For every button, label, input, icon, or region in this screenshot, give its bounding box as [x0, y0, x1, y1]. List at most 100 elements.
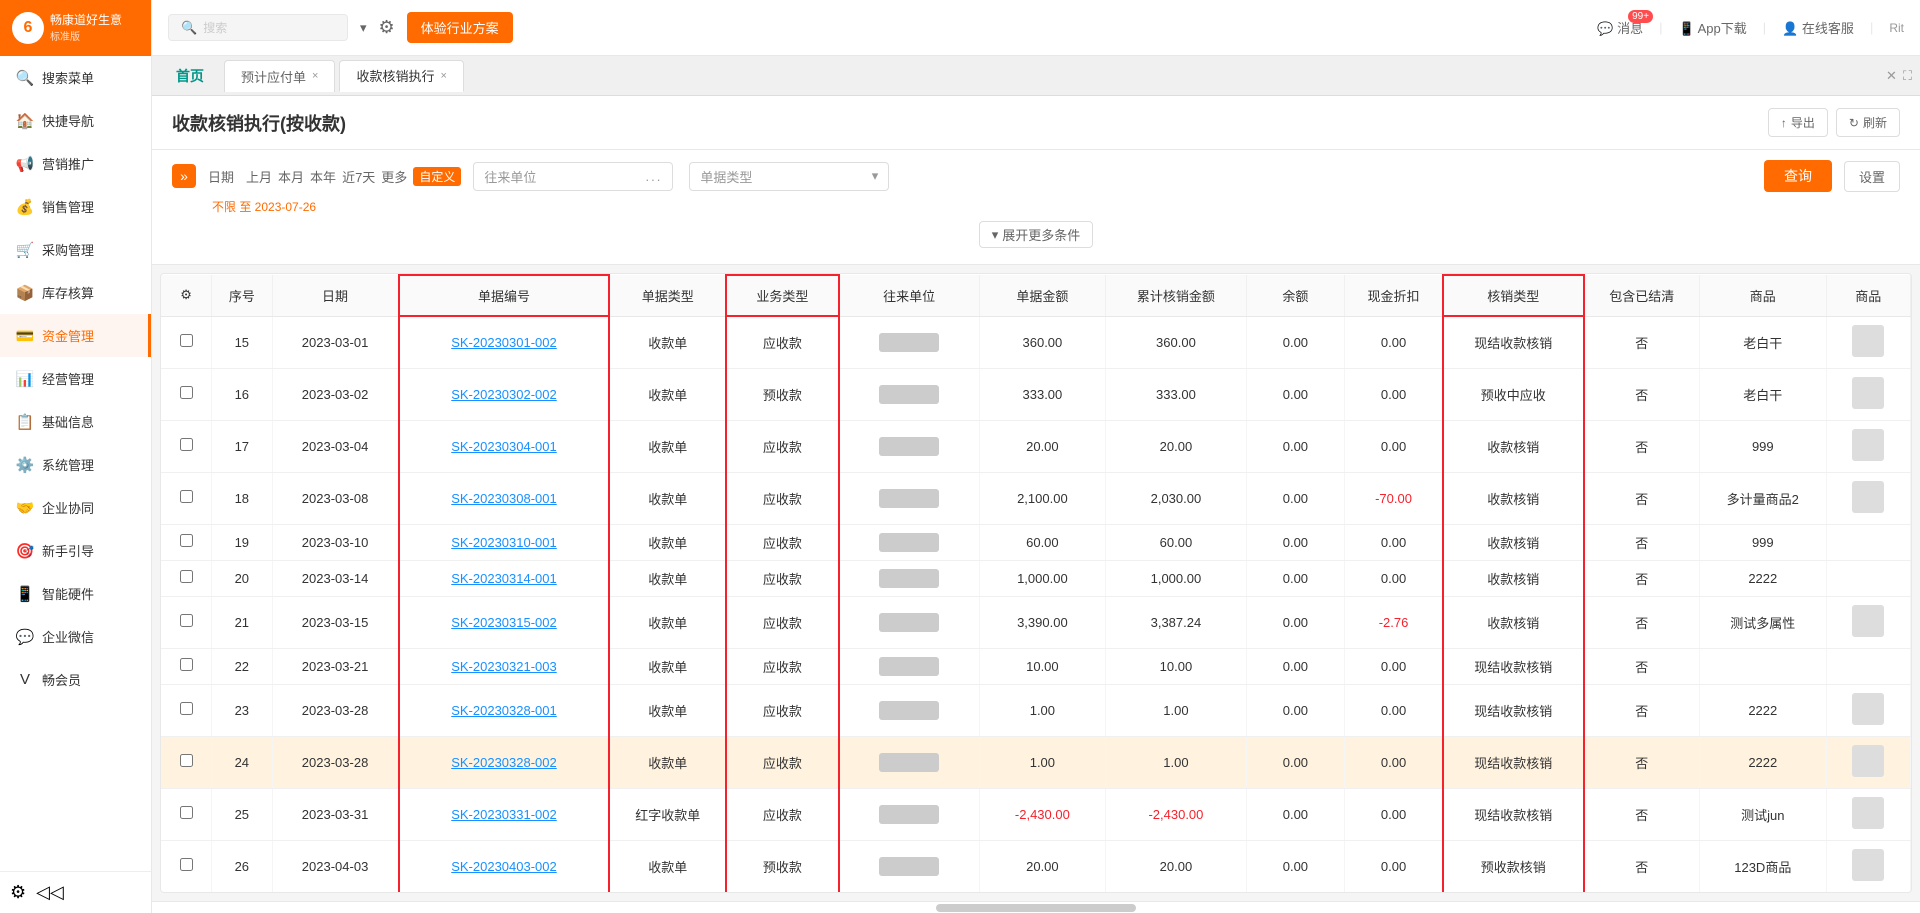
- tab-expand-icon[interactable]: ⛶: [1903, 68, 1912, 84]
- gear-icon[interactable]: ⚙: [379, 17, 395, 38]
- row-doc-no[interactable]: SK-20230321-003: [399, 648, 610, 684]
- row-doc-no[interactable]: SK-20230308-001: [399, 472, 610, 524]
- row-cancel-type: 收款核销: [1443, 420, 1584, 472]
- row-checkbox[interactable]: [161, 472, 212, 524]
- app-download[interactable]: 📱 App下载: [1678, 18, 1746, 37]
- row-amount: 100.00: [979, 892, 1106, 893]
- settings-footer-icon[interactable]: ⚙: [10, 882, 26, 903]
- table-row: 24 2023-03-28 SK-20230328-002 收款单 应收款 **…: [161, 736, 1911, 788]
- row-cash-discount: 0.00: [1345, 840, 1443, 892]
- setting-button[interactable]: 设置: [1844, 161, 1900, 192]
- sidebar-item-beginner[interactable]: 🎯 新手引导: [0, 529, 151, 572]
- row-amount: 360.00: [979, 316, 1106, 368]
- message-label: 消息: [1617, 21, 1643, 36]
- partner-label: 往来单位: [484, 167, 536, 186]
- tab-home[interactable]: 首页: [160, 60, 220, 92]
- sidebar-item-search[interactable]: 🔍 搜索菜单: [0, 56, 151, 99]
- row-checkbox[interactable]: [161, 788, 212, 840]
- sidebar-item-enterprise-collab[interactable]: 🤝 企业协同: [0, 486, 151, 529]
- filter-expand-button[interactable]: »: [172, 164, 196, 188]
- row-checkbox[interactable]: [161, 840, 212, 892]
- sidebar-item-system[interactable]: ⚙️ 系统管理: [0, 443, 151, 486]
- row-product: 999: [1700, 420, 1827, 472]
- doc-type-filter[interactable]: 单据类型 ▾: [689, 162, 889, 191]
- partner-picker-icon: ...: [645, 169, 662, 184]
- row-doc-no[interactable]: SK-20230328-001: [399, 684, 610, 736]
- row-doc-no[interactable]: SK-20230315-002: [399, 596, 610, 648]
- expand-more-button[interactable]: ▾ 展开更多条件: [979, 221, 1094, 248]
- sidebar-item-smart-hardware[interactable]: 📱 智能硬件: [0, 572, 151, 615]
- download-icon: 📱: [1678, 21, 1694, 36]
- row-doc-no[interactable]: SK-20230331-002: [399, 788, 610, 840]
- collapse-icon[interactable]: ◁◁: [36, 882, 64, 903]
- date-opt-more[interactable]: 更多: [381, 167, 407, 186]
- row-cumulative-cancel: 1,000.00: [1106, 560, 1247, 596]
- row-biz-type: 应收款: [726, 684, 838, 736]
- row-doc-type: 收款单: [609, 648, 726, 684]
- row-doc-no[interactable]: SK-20230403-002: [399, 840, 610, 892]
- th-doc-no: 单据编号: [399, 275, 610, 316]
- row-checkbox[interactable]: [161, 684, 212, 736]
- query-button[interactable]: 查询: [1764, 160, 1832, 192]
- custom-date-button[interactable]: 自定义: [413, 167, 461, 186]
- date-opt-7days[interactable]: 近7天: [342, 167, 375, 186]
- th-settings[interactable]: ⚙: [161, 275, 212, 316]
- horizontal-scrollbar[interactable]: [152, 901, 1920, 913]
- scrollbar-thumb[interactable]: [936, 904, 1136, 912]
- export-button[interactable]: ↑ 导出: [1768, 108, 1828, 137]
- row-date: 2023-03-31: [272, 788, 399, 840]
- partner-filter[interactable]: 往来单位 ...: [473, 162, 673, 191]
- row-doc-no[interactable]: SK-20230408-001: [399, 892, 610, 893]
- row-checkbox[interactable]: [161, 368, 212, 420]
- tab-close-all-icon[interactable]: ✕: [1886, 68, 1897, 84]
- refresh-button[interactable]: ↻ 刷新: [1836, 108, 1900, 137]
- row-biz-type: 应收款: [726, 472, 838, 524]
- tab-bar: 首页 预计应付单 × 收款核销执行 × ✕ ⛶: [152, 56, 1920, 96]
- row-checkbox[interactable]: [161, 524, 212, 560]
- row-product-img: [1826, 736, 1910, 788]
- sidebar-item-operations[interactable]: 📊 经营管理: [0, 357, 151, 400]
- row-amount: 333.00: [979, 368, 1106, 420]
- sidebar-item-capital[interactable]: 💳 资金管理: [0, 314, 151, 357]
- row-doc-no[interactable]: SK-20230328-002: [399, 736, 610, 788]
- online-service[interactable]: 👤 在线客服: [1782, 18, 1854, 37]
- sidebar-item-inventory[interactable]: 📦 库存核算: [0, 271, 151, 314]
- row-doc-no[interactable]: SK-20230304-001: [399, 420, 610, 472]
- message-badge[interactable]: 💬 消息 99+: [1597, 18, 1643, 37]
- tab-collection-close[interactable]: ×: [440, 70, 446, 82]
- row-checkbox[interactable]: [161, 420, 212, 472]
- row-checkbox[interactable]: [161, 596, 212, 648]
- row-checkbox[interactable]: [161, 316, 212, 368]
- sidebar-item-wechat[interactable]: 💬 企业微信: [0, 615, 151, 658]
- row-cash-discount: 0.00: [1345, 316, 1443, 368]
- sidebar-item-basic[interactable]: 📋 基础信息: [0, 400, 151, 443]
- row-product-img: [1826, 472, 1910, 524]
- tab-payable[interactable]: 预计应付单 ×: [224, 60, 335, 92]
- sidebar-item-operations-label: 经营管理: [42, 369, 94, 388]
- date-opt-this-month[interactable]: 本月: [278, 167, 304, 186]
- row-checkbox[interactable]: [161, 560, 212, 596]
- date-opt-last-month[interactable]: 上月: [246, 167, 272, 186]
- tab-payable-close[interactable]: ×: [312, 70, 318, 82]
- row-no: 22: [212, 648, 272, 684]
- row-doc-no[interactable]: SK-20230310-001: [399, 524, 610, 560]
- sidebar-item-vip[interactable]: V 畅会员: [0, 658, 151, 701]
- row-doc-no[interactable]: SK-20230302-002: [399, 368, 610, 420]
- sidebar-item-marketing[interactable]: 📢 营销推广: [0, 142, 151, 185]
- row-checkbox[interactable]: [161, 892, 212, 893]
- row-cumulative-cancel: 333.00: [1106, 368, 1247, 420]
- tab-collection[interactable]: 收款核销执行 ×: [339, 60, 463, 92]
- row-checkbox[interactable]: [161, 648, 212, 684]
- row-checkbox[interactable]: [161, 736, 212, 788]
- date-opt-this-year[interactable]: 本年: [310, 167, 336, 186]
- sidebar-item-quick-nav[interactable]: 🏠 快捷导航: [0, 99, 151, 142]
- sidebar-item-purchase-label: 采购管理: [42, 240, 94, 259]
- topbar-search[interactable]: 🔍 搜索: [168, 14, 348, 41]
- industry-solution-button[interactable]: 体验行业方案: [407, 12, 513, 43]
- topbar-dropdown[interactable]: ▾: [360, 20, 367, 36]
- row-doc-no[interactable]: SK-20230301-002: [399, 316, 610, 368]
- sidebar-item-purchase[interactable]: 🛒 采购管理: [0, 228, 151, 271]
- row-doc-type: 收款单: [609, 368, 726, 420]
- sidebar-item-sales[interactable]: 💰 销售管理: [0, 185, 151, 228]
- row-doc-no[interactable]: SK-20230314-001: [399, 560, 610, 596]
